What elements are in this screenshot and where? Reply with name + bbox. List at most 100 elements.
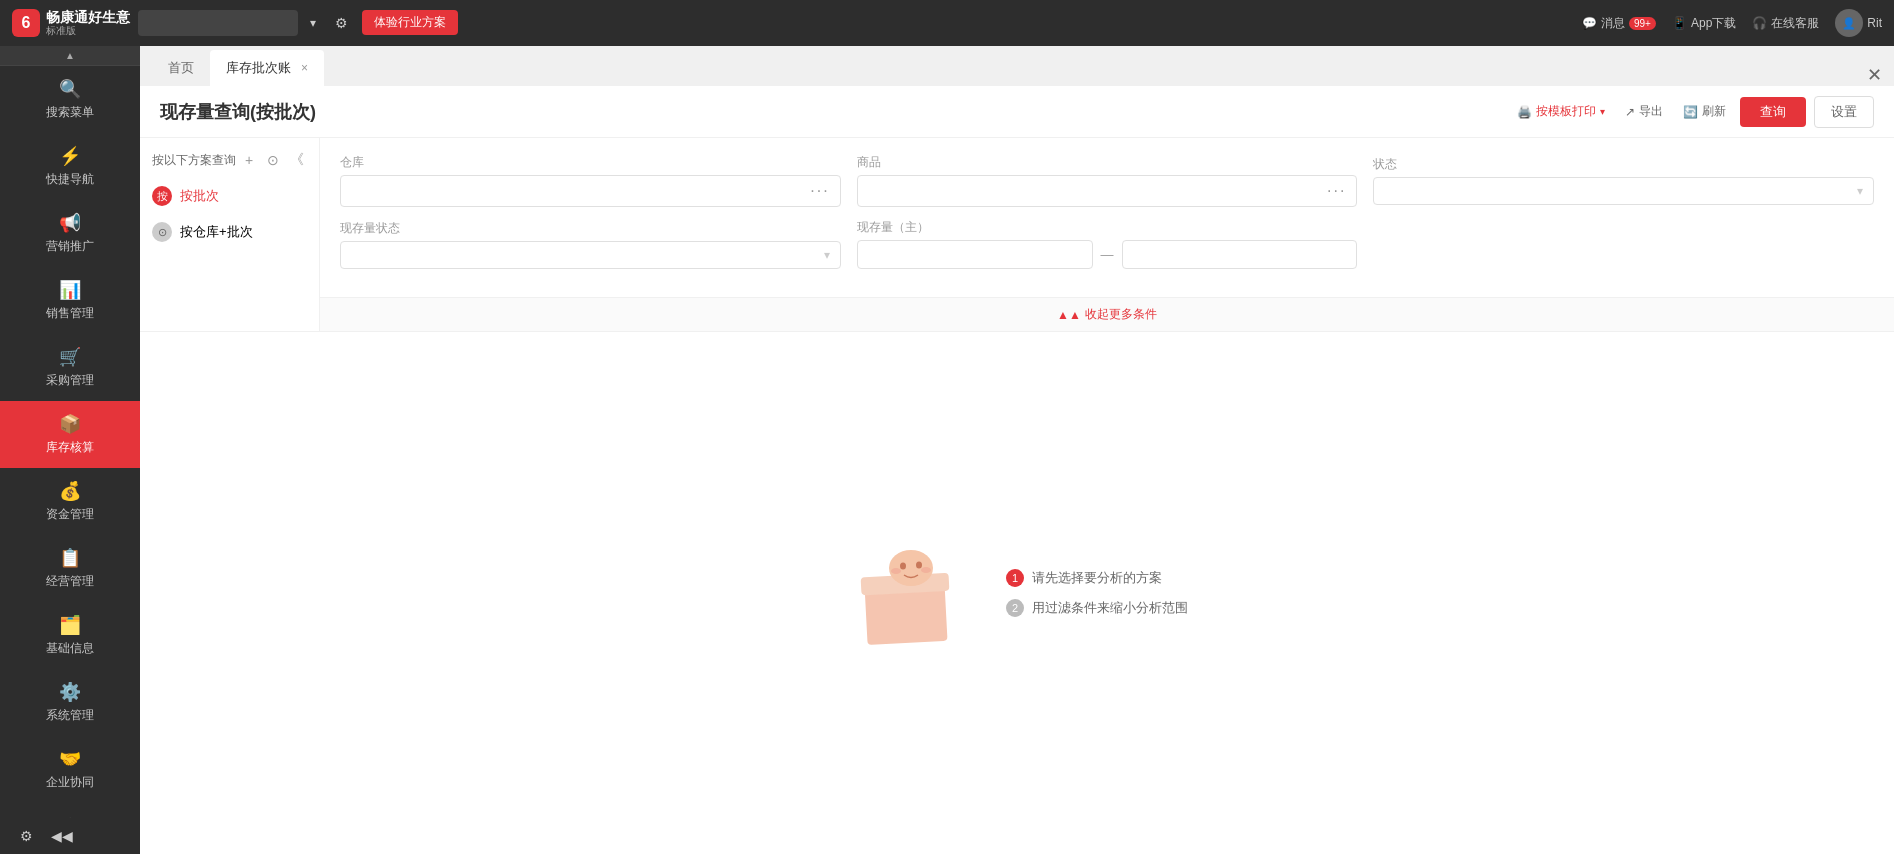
scheme-label-by-batch: 按批次 <box>180 187 219 205</box>
stock-qty-min-input[interactable] <box>857 240 1093 269</box>
status-select[interactable]: ▾ <box>1373 177 1874 205</box>
warehouse-text-input[interactable] <box>351 184 810 199</box>
purchase-icon: 🛒 <box>59 346 81 368</box>
query-btn[interactable]: 查询 <box>1740 97 1806 127</box>
stock-qty-max-input[interactable] <box>1122 240 1358 269</box>
sidebar-label-quick-nav: 快捷导航 <box>46 171 94 188</box>
logo-icon: 6 <box>12 9 40 37</box>
tab-inventory-batch[interactable]: 库存批次账 × <box>210 50 324 86</box>
collapse-sidebar-btn[interactable]: ◀◀ <box>48 822 76 850</box>
add-scheme-btn[interactable]: + <box>239 150 259 170</box>
export-btn[interactable]: ↗ 导出 <box>1619 99 1669 124</box>
collapse-more-bar[interactable]: ▲▲ 收起更多条件 <box>320 297 1894 331</box>
sidebar-item-inventory[interactable]: 📦 库存核算 <box>0 401 140 468</box>
message-item[interactable]: 💬 消息 99+ <box>1582 15 1656 32</box>
app-edition: 标准版 <box>46 25 130 37</box>
scheme-settings-btn[interactable]: ⊙ <box>263 150 283 170</box>
chevron-up-icon: ▲ <box>65 50 75 61</box>
sidebar-item-sales[interactable]: 📊 销售管理 <box>0 267 140 334</box>
export-label: 导出 <box>1639 103 1663 120</box>
finance-icon: 💰 <box>59 480 81 502</box>
message-icon: 💬 <box>1582 16 1597 30</box>
svg-rect-0 <box>865 586 948 645</box>
sidebar-item-search[interactable]: 🔍 搜索菜单 <box>0 66 140 133</box>
gear-icon[interactable]: ⚙ <box>328 10 354 36</box>
topbar-right: 💬 消息 99+ 📱 App下载 🎧 在线客服 👤 Rit <box>1582 9 1882 37</box>
sidebar-item-operations[interactable]: 📋 经营管理 <box>0 535 140 602</box>
chevron-up-more-icon: ▲▲ <box>1057 308 1081 322</box>
range-separator: — <box>1101 247 1114 262</box>
sidebar-item-quick-nav[interactable]: ⚡ 快捷导航 <box>0 133 140 200</box>
svg-point-3 <box>900 563 906 570</box>
scheme-item-by-warehouse-batch[interactable]: ⊙ 按仓库+批次 <box>140 214 319 250</box>
scheme-header-label: 按以下方案查询 <box>152 152 236 169</box>
svg-point-6 <box>921 567 931 573</box>
collapse-more-label: 收起更多条件 <box>1085 306 1157 323</box>
filter-area: 按以下方案查询 + ⊙ 《 按 按批次 <box>140 138 1894 332</box>
inventory-icon: 📦 <box>59 413 81 435</box>
sidebar-scroll-up[interactable]: ▲ <box>0 46 140 66</box>
online-service-label: 在线客服 <box>1771 15 1819 32</box>
sidebar-item-system[interactable]: ⚙️ 系统管理 <box>0 669 140 736</box>
scheme-icon-by-warehouse-batch: ⊙ <box>152 222 172 242</box>
stock-status-select[interactable]: ▾ <box>340 241 841 269</box>
scheme-icon-label-2: ⊙ <box>158 226 167 239</box>
topbar-dropdown-btn[interactable]: ▾ <box>306 14 320 32</box>
product-label: 商品 <box>857 154 1358 171</box>
sidebar-label-system: 系统管理 <box>46 707 94 724</box>
operations-icon: 📋 <box>59 547 81 569</box>
sidebar-item-finance[interactable]: 💰 资金管理 <box>0 468 140 535</box>
product-text-input[interactable] <box>868 184 1327 199</box>
scheme-header: 按以下方案查询 + ⊙ 《 <box>140 150 319 178</box>
empty-state: 1 请先选择要分析的方案 2 用过滤条件来缩小分析范围 <box>140 332 1894 854</box>
marketing-icon: 📢 <box>59 212 81 234</box>
user-item[interactable]: 👤 Rit <box>1835 9 1882 37</box>
sidebar-item-basic[interactable]: 🗂️ 基础信息 <box>0 602 140 669</box>
status-field: 状态 ▾ <box>1373 156 1874 205</box>
warehouse-more-icon[interactable]: ··· <box>810 182 829 200</box>
sidebar-item-marketing[interactable]: 📢 营销推广 <box>0 200 140 267</box>
refresh-icon: 🔄 <box>1683 105 1698 119</box>
sidebar-label-operations: 经营管理 <box>46 573 94 590</box>
user-avatar-icon: 👤 <box>1842 17 1856 30</box>
settings-bottom-btn[interactable]: ⚙ <box>12 822 40 850</box>
page-content: 现存量查询(按批次) 🖨️ 按模板打印 ▾ ↗ 导出 🔄 刷新 <box>140 86 1894 854</box>
sidebar-bottom: ⚙ ◀◀ <box>0 818 140 854</box>
enterprise-icon: 🤝 <box>59 748 81 770</box>
close-panel-btn[interactable]: ✕ <box>1867 64 1882 86</box>
tab-home-label: 首页 <box>168 59 194 77</box>
sidebar-item-purchase[interactable]: 🛒 采购管理 <box>0 334 140 401</box>
product-input[interactable]: ··· <box>857 175 1358 207</box>
online-service-item[interactable]: 🎧 在线客服 <box>1752 15 1819 32</box>
collapse-scheme-btn[interactable]: 《 <box>287 150 307 170</box>
filter-row-1: 仓库 ··· 商品 ··· <box>340 154 1874 207</box>
system-icon: ⚙️ <box>59 681 81 703</box>
product-more-icon[interactable]: ··· <box>1327 182 1346 200</box>
app-download-item[interactable]: 📱 App下载 <box>1672 15 1736 32</box>
page-header: 现存量查询(按批次) 🖨️ 按模板打印 ▾ ↗ 导出 🔄 刷新 <box>140 86 1894 138</box>
main-layout: ▲ 🔍 搜索菜单 ⚡ 快捷导航 📢 营销推广 📊 销售管理 🛒 采购管理 📦 库… <box>0 46 1894 854</box>
print-btn[interactable]: 🖨️ 按模板打印 ▾ <box>1511 99 1611 124</box>
search-input[interactable] <box>138 10 298 36</box>
message-label: 消息 <box>1601 15 1625 32</box>
chevron-down-status-icon: ▾ <box>1857 184 1863 198</box>
empty-step-2: 2 用过滤条件来缩小分析范围 <box>1006 599 1188 617</box>
sales-icon: 📊 <box>59 279 81 301</box>
refresh-btn[interactable]: 🔄 刷新 <box>1677 99 1732 124</box>
tab-close-btn[interactable]: × <box>301 61 308 75</box>
experience-btn[interactable]: 体验行业方案 <box>362 10 458 35</box>
print-dropdown-icon: ▾ <box>1600 106 1605 117</box>
tab-home[interactable]: 首页 <box>152 50 210 86</box>
sidebar-item-enterprise[interactable]: 🤝 企业协同 <box>0 736 140 803</box>
scheme-icon-by-batch: 按 <box>152 186 172 206</box>
scheme-item-by-batch[interactable]: 按 按批次 <box>140 178 319 214</box>
svg-point-5 <box>891 568 901 574</box>
settings-btn[interactable]: 设置 <box>1814 96 1874 128</box>
stock-qty-field: 现存量（主） — <box>857 219 1358 269</box>
topbar: 6 畅康通好生意 标准版 ▾ ⚙ 体验行业方案 💬 消息 99+ 📱 App下载… <box>0 0 1894 46</box>
refresh-label: 刷新 <box>1702 103 1726 120</box>
sidebar: ▲ 🔍 搜索菜单 ⚡ 快捷导航 📢 营销推广 📊 销售管理 🛒 采购管理 📦 库… <box>0 46 140 854</box>
warehouse-input[interactable]: ··· <box>340 175 841 207</box>
quick-nav-icon: ⚡ <box>59 145 81 167</box>
product-field: 商品 ··· <box>857 154 1358 207</box>
